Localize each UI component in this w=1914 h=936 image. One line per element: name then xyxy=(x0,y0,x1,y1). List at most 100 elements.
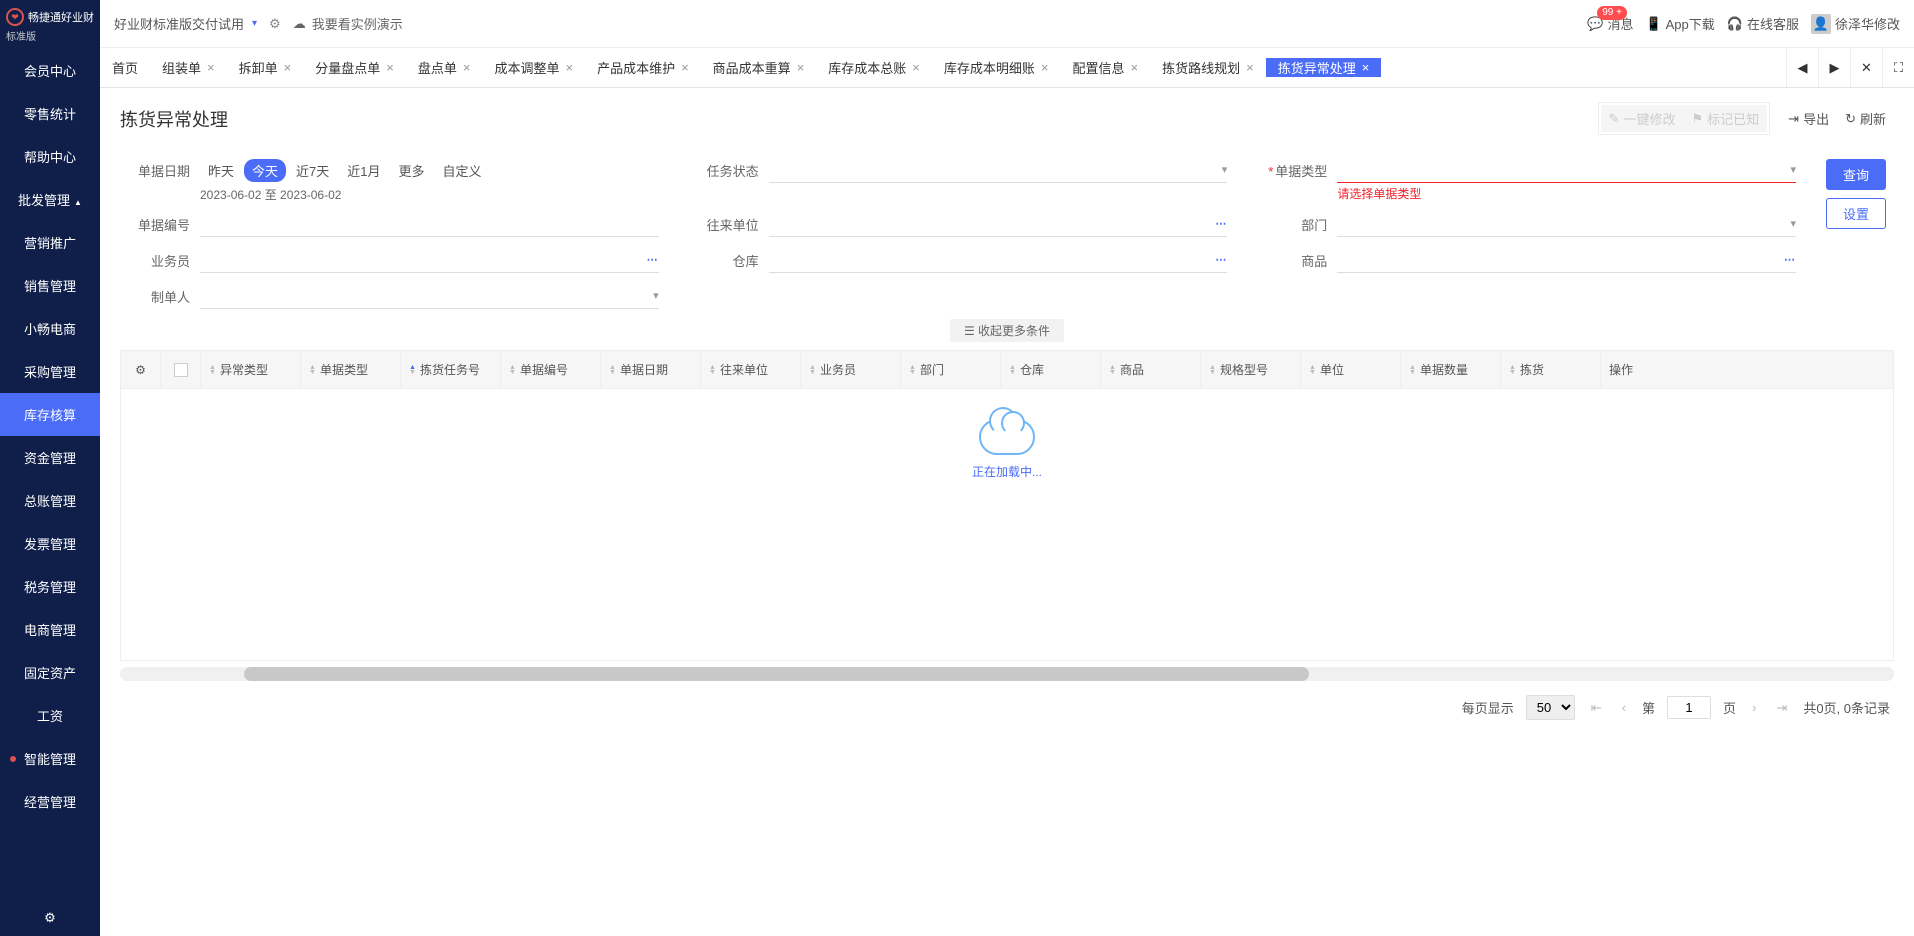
close-icon[interactable]: × xyxy=(1131,60,1139,75)
task-status-select[interactable] xyxy=(769,159,1228,183)
sidebar-item[interactable]: 智能管理 xyxy=(0,737,100,780)
lookup-icon[interactable]: ⋯ xyxy=(1215,217,1227,230)
sidebar-item[interactable]: 库存核算 xyxy=(0,393,100,436)
user-menu[interactable]: 👤 徐泽华修改 xyxy=(1811,14,1900,34)
chevron-down-icon[interactable]: ▾ xyxy=(1790,163,1796,176)
tab-scroll-left[interactable]: ◀ xyxy=(1786,48,1818,87)
sidebar-item[interactable]: 工资 xyxy=(0,694,100,737)
close-icon[interactable]: × xyxy=(463,60,471,75)
column-header[interactable]: ▲▼单据编号 xyxy=(501,351,601,388)
lookup-icon[interactable]: ⋯ xyxy=(1784,253,1796,266)
select-all-checkbox[interactable] xyxy=(161,351,201,388)
first-page-button[interactable]: ⇤ xyxy=(1587,700,1606,716)
date-tab[interactable]: 今天 xyxy=(244,159,286,182)
tab[interactable]: 库存成本明细账× xyxy=(932,58,1061,77)
column-header[interactable]: ▲▼单据日期 xyxy=(601,351,701,388)
salesman-input[interactable] xyxy=(200,249,659,273)
sidebar-item[interactable]: 总账管理 xyxy=(0,479,100,522)
dept-select[interactable] xyxy=(1337,213,1796,237)
tab[interactable]: 首页 xyxy=(100,58,150,77)
date-tab[interactable]: 更多 xyxy=(391,159,433,182)
maker-select[interactable] xyxy=(200,285,659,309)
sidebar-item[interactable]: 固定资产 xyxy=(0,651,100,694)
per-page-select[interactable]: 50 xyxy=(1526,695,1575,720)
column-header[interactable]: ▲▼业务员 xyxy=(801,351,901,388)
sidebar-item[interactable]: 资金管理 xyxy=(0,436,100,479)
column-header[interactable]: ▲▼拣货 xyxy=(1501,351,1601,388)
column-header[interactable]: ▲▼规格型号 xyxy=(1201,351,1301,388)
close-icon[interactable]: × xyxy=(1246,60,1254,75)
sidebar-item[interactable]: 销售管理 xyxy=(0,264,100,307)
refresh-button[interactable]: ↻ 刷新 xyxy=(1837,105,1894,132)
column-header[interactable]: ▲▼单据数量 xyxy=(1401,351,1501,388)
close-icon[interactable]: × xyxy=(284,60,292,75)
doc-no-input[interactable] xyxy=(200,213,659,237)
close-icon[interactable]: × xyxy=(386,60,394,75)
sidebar-settings-icon[interactable]: ⚙ xyxy=(0,900,100,936)
chevron-down-icon[interactable]: ▾ xyxy=(1790,217,1796,230)
close-icon[interactable]: × xyxy=(912,60,920,75)
environment-selector[interactable]: 好业财标准版交付试用 ▾ xyxy=(114,14,257,33)
tab[interactable]: 商品成本重算× xyxy=(701,58,817,77)
next-page-button[interactable]: › xyxy=(1748,700,1760,715)
column-header[interactable]: ▲▼部门 xyxy=(901,351,1001,388)
column-header[interactable]: 操作 xyxy=(1601,351,1671,388)
fullscreen-icon[interactable]: ⛶ xyxy=(1882,48,1914,87)
column-header[interactable]: ▲▼拣货任务号 xyxy=(401,351,501,388)
chevron-down-icon[interactable]: ▾ xyxy=(1222,163,1228,176)
export-button[interactable]: ⇥ 导出 xyxy=(1780,105,1837,132)
prev-page-button[interactable]: ‹ xyxy=(1618,700,1630,715)
tab[interactable]: 盘点单× xyxy=(406,58,483,77)
column-header[interactable]: ▲▼异常类型 xyxy=(201,351,301,388)
warehouse-input[interactable] xyxy=(769,249,1228,273)
support-button[interactable]: 🎧 在线客服 xyxy=(1727,14,1799,33)
sidebar-item[interactable]: 税务管理 xyxy=(0,565,100,608)
close-icon[interactable]: × xyxy=(797,60,805,75)
app-download-button[interactable]: 📱 App下载 xyxy=(1645,14,1714,33)
tab[interactable]: 库存成本总账× xyxy=(816,58,932,77)
tab[interactable]: 拣货异常处理× xyxy=(1266,58,1382,77)
sidebar-item[interactable]: 帮助中心 xyxy=(0,135,100,178)
close-icon[interactable]: × xyxy=(1041,60,1049,75)
column-header[interactable]: ▲▼商品 xyxy=(1101,351,1201,388)
tab[interactable]: 分量盘点单× xyxy=(303,58,406,77)
tab[interactable]: 成本调整单× xyxy=(482,58,585,77)
last-page-button[interactable]: ⇥ xyxy=(1772,700,1791,716)
demo-link[interactable]: ☁ 我要看实例演示 xyxy=(293,14,403,33)
column-settings-icon[interactable]: ⚙ xyxy=(121,351,161,388)
messages-button[interactable]: 💬 99 + 消息 xyxy=(1587,14,1633,33)
close-icon[interactable]: × xyxy=(565,60,573,75)
page-input[interactable] xyxy=(1667,696,1711,719)
tab[interactable]: 配置信息× xyxy=(1061,58,1151,77)
column-header[interactable]: ▲▼仓库 xyxy=(1001,351,1101,388)
sidebar-item[interactable]: 批发管理 xyxy=(0,178,100,221)
close-icon[interactable]: × xyxy=(1362,60,1370,75)
tab[interactable]: 拣货路线规划× xyxy=(1150,58,1266,77)
tab[interactable]: 产品成本维护× xyxy=(585,58,701,77)
date-tab[interactable]: 自定义 xyxy=(435,159,490,182)
goods-input[interactable] xyxy=(1337,249,1796,273)
query-button[interactable]: 查询 xyxy=(1826,159,1886,190)
close-icon[interactable]: × xyxy=(681,60,689,75)
sidebar-item[interactable]: 电商管理 xyxy=(0,608,100,651)
sidebar-item[interactable]: 采购管理 xyxy=(0,350,100,393)
collapse-toggle[interactable]: ☰ 收起更多条件 xyxy=(100,311,1914,350)
date-tab[interactable]: 近1月 xyxy=(339,159,388,182)
date-tab[interactable]: 近7天 xyxy=(288,159,337,182)
sidebar-item[interactable]: 零售统计 xyxy=(0,92,100,135)
close-icon[interactable]: × xyxy=(207,60,215,75)
doc-type-select[interactable] xyxy=(1337,159,1796,183)
settings-button[interactable]: 设置 xyxy=(1826,198,1886,229)
settings-icon[interactable]: ⚙ xyxy=(269,16,281,32)
column-header[interactable]: ▲▼往来单位 xyxy=(701,351,801,388)
sidebar-item[interactable]: 会员中心 xyxy=(0,49,100,92)
partner-input[interactable] xyxy=(769,213,1228,237)
column-header[interactable]: ▲▼单据类型 xyxy=(301,351,401,388)
tab-scroll-right[interactable]: ▶ xyxy=(1818,48,1850,87)
column-header[interactable]: ▲▼单位 xyxy=(1301,351,1401,388)
chevron-down-icon[interactable]: ▾ xyxy=(653,289,659,302)
sidebar-item[interactable]: 营销推广 xyxy=(0,221,100,264)
tab-close-all[interactable]: ✕ xyxy=(1850,48,1882,87)
sidebar-item[interactable]: 发票管理 xyxy=(0,522,100,565)
tab[interactable]: 拆卸单× xyxy=(227,58,304,77)
